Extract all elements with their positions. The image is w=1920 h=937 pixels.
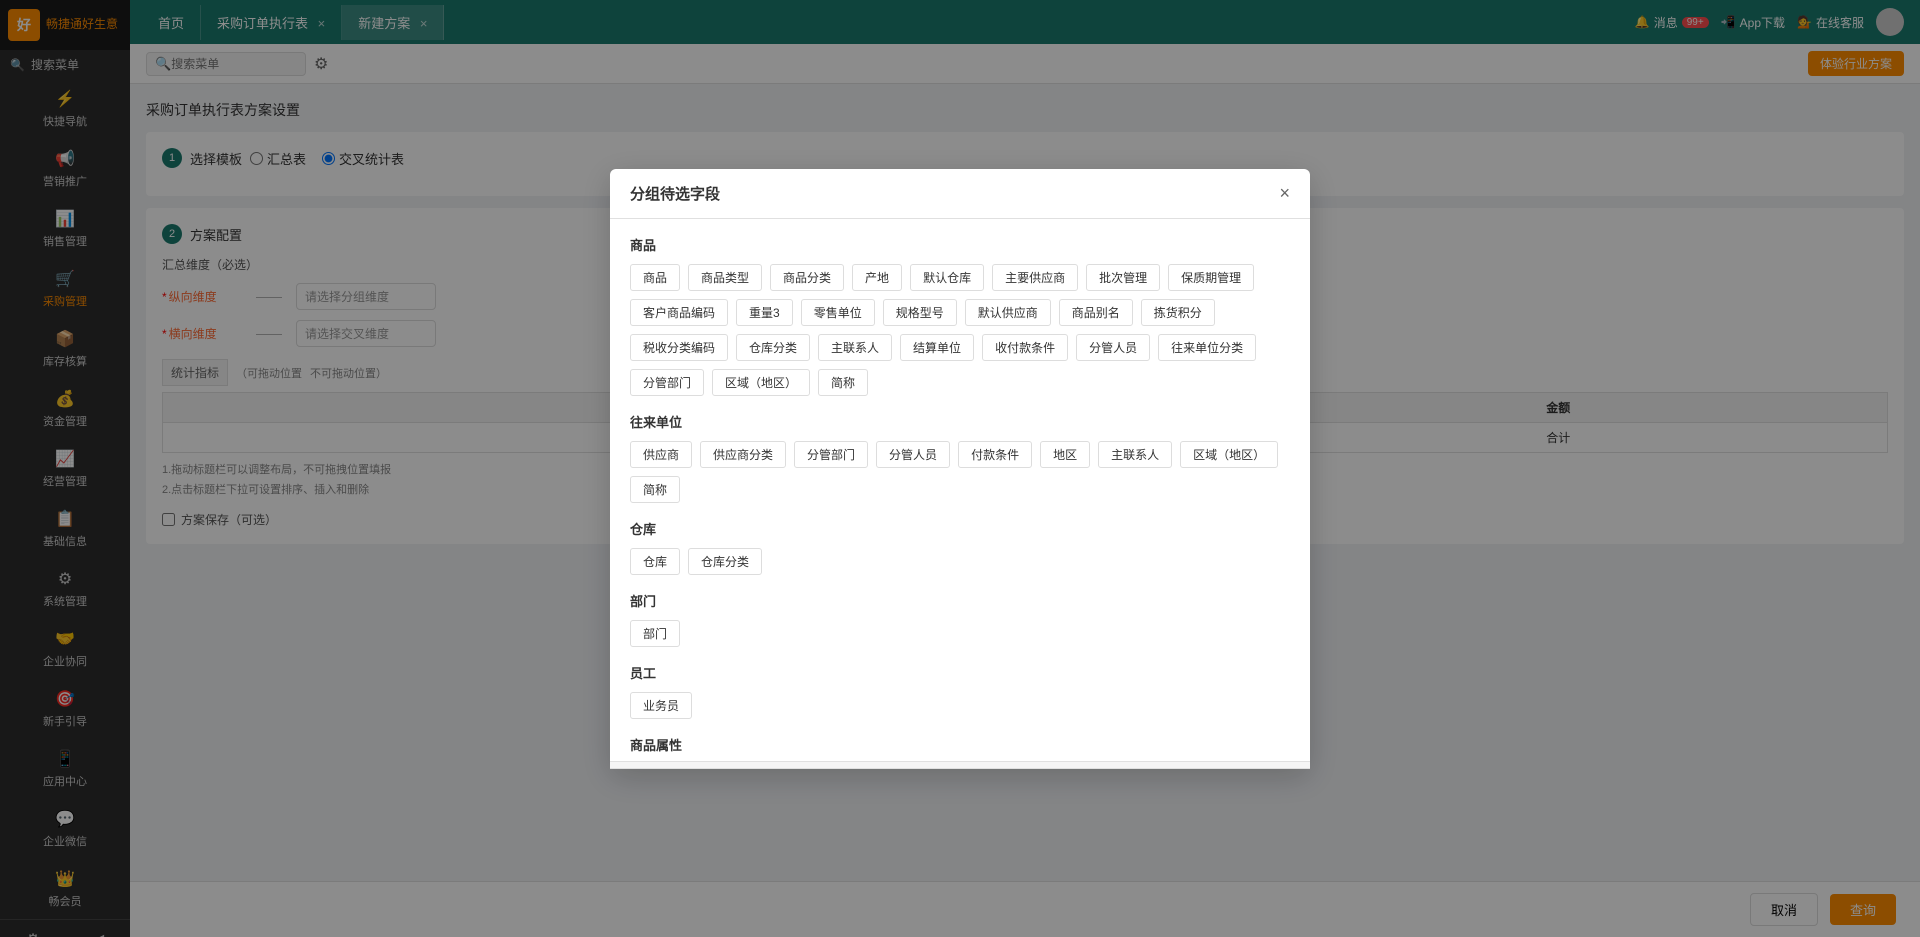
field-tag[interactable]: 主联系人 [1098,441,1172,468]
field-tag[interactable]: 税收分类编码 [630,334,728,361]
modal-body: 商品商品商品类型商品分类产地默认仓库主要供应商批次管理保质期管理客户商品编码重量… [610,219,1310,762]
field-tag[interactable]: 批次管理 [1086,264,1160,291]
field-tags-department: 部门 [630,620,1290,647]
modal-title: 分组待选字段 [630,183,720,204]
section-title-staff: 员工 [630,663,1290,682]
field-tag[interactable]: 分管部门 [794,441,868,468]
field-tag[interactable]: 供应商分类 [700,441,786,468]
field-section-partner: 往来单位供应商供应商分类分管部门分管人员付款条件地区主联系人区域（地区） 简称 [630,412,1290,503]
section-title-product-attr: 商品属性 [630,735,1290,754]
field-tag[interactable]: 简称 [818,369,868,396]
field-tag[interactable]: 仓库 [630,548,680,575]
field-tag[interactable]: 拣货积分 [1141,299,1215,326]
field-section-goods: 商品商品商品类型商品分类产地默认仓库主要供应商批次管理保质期管理客户商品编码重量… [630,235,1290,396]
field-tag[interactable]: 客户商品编码 [630,299,728,326]
field-select-modal: 分组待选字段 × 商品商品商品类型商品分类产地默认仓库主要供应商批次管理保质期管… [610,169,1310,769]
field-tag[interactable]: 供应商 [630,441,692,468]
field-section-department: 部门部门 [630,591,1290,647]
field-tag[interactable]: 保质期管理 [1168,264,1254,291]
field-tag[interactable]: 简称 [630,476,680,503]
field-tags-partner: 供应商供应商分类分管部门分管人员付款条件地区主联系人区域（地区） 简称 [630,441,1290,503]
modal-close-icon[interactable]: × [1279,183,1290,204]
field-tag[interactable]: 分管人员 [876,441,950,468]
field-tag[interactable]: 分管人员 [1076,334,1150,361]
field-tags-warehouse: 仓库仓库分类 [630,548,1290,575]
section-title-partner: 往来单位 [630,412,1290,431]
field-tag[interactable]: 收付款条件 [982,334,1068,361]
field-tag[interactable]: 区域（地区） [712,369,810,396]
field-tag[interactable]: 主要供应商 [992,264,1078,291]
field-tag[interactable]: 区域（地区） [1180,441,1278,468]
field-tag[interactable]: 往来单位分类 [1158,334,1256,361]
field-section-product-attr: 商品属性属性颜色多规格尺码鞋码1 [630,735,1290,762]
field-tag[interactable]: 部门 [630,620,680,647]
section-title-department: 部门 [630,591,1290,610]
field-tag[interactable]: 默认仓库 [910,264,984,291]
field-tag[interactable]: 商品分类 [770,264,844,291]
field-tag[interactable]: 零售单位 [801,299,875,326]
field-tag[interactable]: 业务员 [630,692,692,719]
field-tag[interactable]: 仓库分类 [688,548,762,575]
field-tags-goods: 商品商品类型商品分类产地默认仓库主要供应商批次管理保质期管理客户商品编码重量3 零… [630,264,1290,396]
modal-overlay[interactable]: 分组待选字段 × 商品商品商品类型商品分类产地默认仓库主要供应商批次管理保质期管… [0,0,1920,937]
field-tag[interactable]: 主联系人 [818,334,892,361]
field-tag[interactable]: 产地 [852,264,902,291]
field-tag[interactable]: 仓库分类 [736,334,810,361]
field-tag[interactable]: 地区 [1040,441,1090,468]
field-tag[interactable]: 分管部门 [630,369,704,396]
modal-header: 分组待选字段 × [610,169,1310,219]
field-tag[interactable]: 重量3 [736,299,793,326]
field-tag[interactable]: 规格型号 [883,299,957,326]
field-tags-staff: 业务员 [630,692,1290,719]
field-tag[interactable]: 商品 [630,264,680,291]
field-section-warehouse: 仓库仓库仓库分类 [630,519,1290,575]
field-tag[interactable]: 商品别名 [1059,299,1133,326]
field-section-staff: 员工业务员 [630,663,1290,719]
field-tag[interactable]: 结算单位 [900,334,974,361]
field-tag[interactable]: 付款条件 [958,441,1032,468]
field-tag[interactable]: 默认供应商 [965,299,1051,326]
field-tag[interactable]: 商品类型 [688,264,762,291]
section-title-goods: 商品 [630,235,1290,254]
section-title-warehouse: 仓库 [630,519,1290,538]
